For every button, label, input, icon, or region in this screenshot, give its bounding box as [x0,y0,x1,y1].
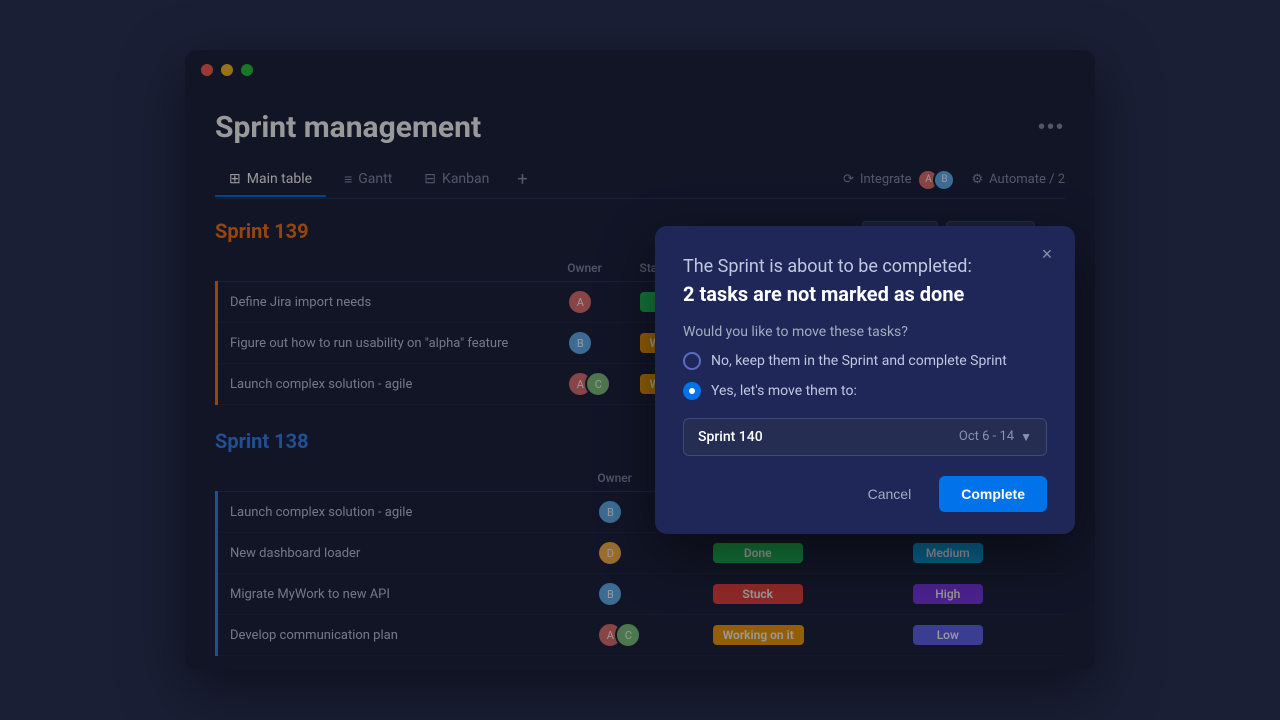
modal-title: The Sprint is about to be completed: 2 t… [683,254,1047,307]
sprint-select-dropdown[interactable]: Sprint 140 Oct 6 - 14 ▼ [683,418,1047,456]
radio-option-yes-label: Yes, let's move them to: [711,383,857,399]
sprint-select-date-text: Oct 6 - 14 [959,429,1014,444]
sprint-select-date: Oct 6 - 14 ▼ [959,429,1032,444]
radio-group: No, keep them in the Sprint and complete… [683,352,1047,400]
radio-circle-yes [683,382,701,400]
modal-title-line2: 2 tasks are not marked as done [683,280,1047,308]
radio-circle-no [683,352,701,370]
close-modal-button[interactable]: × [1033,240,1061,268]
modal-subtitle: Would you like to move these tasks? [683,324,1047,340]
radio-option-no-label: No, keep them in the Sprint and complete… [711,353,1007,369]
radio-option-yes[interactable]: Yes, let's move them to: [683,382,1047,400]
chevron-down-icon: ▼ [1020,430,1032,444]
complete-sprint-modal: × The Sprint is about to be completed: 2… [655,226,1075,533]
modal-overlay: × The Sprint is about to be completed: 2… [185,50,1095,670]
app-window: Sprint management ••• ⊞ Main table ≡ Gan… [185,50,1095,670]
sprint-select-name: Sprint 140 [698,429,763,445]
radio-option-no[interactable]: No, keep them in the Sprint and complete… [683,352,1047,370]
modal-title-line1: The Sprint is about to be completed: [683,256,972,277]
cancel-button[interactable]: Cancel [852,478,928,510]
modal-footer: Cancel Complete [683,476,1047,512]
complete-button[interactable]: Complete [939,476,1047,512]
